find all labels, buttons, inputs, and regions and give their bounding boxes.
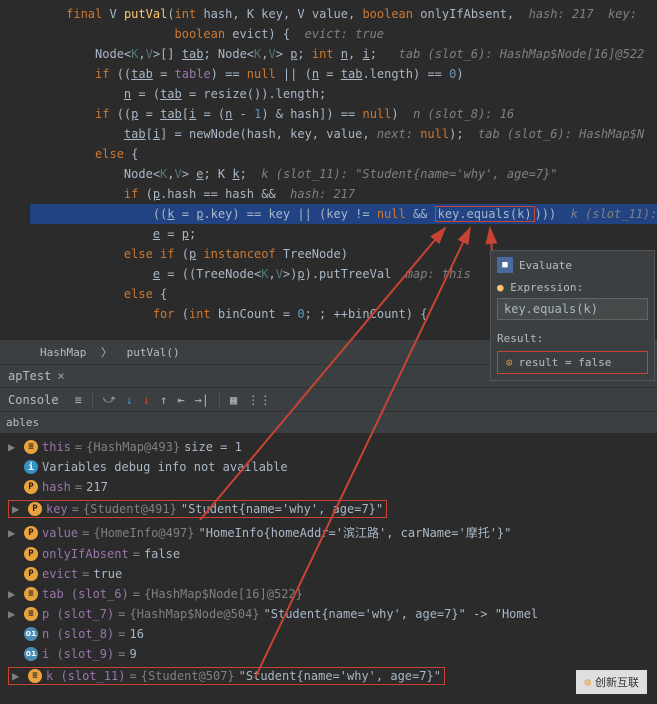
result-value: ⊙ result = false	[497, 351, 648, 374]
trace-icon[interactable]: ⋮⋮	[247, 393, 271, 407]
expression-label: ● Expression:	[497, 281, 648, 294]
code-line: else {	[30, 144, 657, 164]
code-line-active: ((k = p.key) == key || (key != null && k…	[30, 204, 657, 224]
tab-active[interactable]: apTest	[8, 369, 51, 383]
code-line: if (p.hash == hash && hash: 217	[30, 184, 657, 204]
code-line: Node<K,V>[] tab; Node<K,V> p; int n, i; …	[30, 44, 657, 64]
var-evict[interactable]: P evict = true	[4, 564, 653, 584]
drop-frame-icon[interactable]: ⇤	[177, 393, 184, 407]
var-info: i Variables debug info not available	[4, 457, 653, 477]
var-onlyifabsent[interactable]: P onlyIfAbsent = false	[4, 544, 653, 564]
debug-toolbar: Console ≡ ⤻ ↓ ↓ ↑ ⇤ →| ▦ ⋮⋮	[0, 388, 657, 412]
result-label: Result:	[497, 332, 648, 345]
variables-header: ables	[0, 412, 657, 433]
evaluate-icon[interactable]: ▦	[230, 393, 237, 407]
step-out-icon[interactable]: ↑	[160, 393, 167, 407]
var-hash[interactable]: P hash = 217	[4, 477, 653, 497]
code-line: final V putVal(int hash, K key, V value,…	[30, 4, 657, 24]
var-value[interactable]: ▶P value = {HomeInfo@497} "HomeInfo{home…	[4, 521, 653, 544]
result-icon: ⊙	[506, 356, 513, 369]
var-tab[interactable]: ▶≡ tab (slot_6) = {HashMap$Node[16]@522}	[4, 584, 653, 604]
code-line: n = (tab = resize()).length;	[30, 84, 657, 104]
divider	[219, 393, 220, 407]
run-to-cursor-icon[interactable]: →|	[195, 393, 209, 407]
var-this[interactable]: ▶≡ this = {HashMap@493} size = 1	[4, 437, 653, 457]
breadcrumb-sep: 〉	[101, 346, 112, 359]
divider	[92, 393, 93, 407]
var-k[interactable]: ▶≡ k (slot_11) = {Student@507} "Student{…	[4, 664, 653, 688]
code-line: if ((p = tab[i = (n - 1) & hash]) == nul…	[30, 104, 657, 124]
layout-icon[interactable]: ≡	[75, 393, 82, 407]
var-i[interactable]: oı i (slot_9) = 9	[4, 644, 653, 664]
evaluate-title: ■ Evaluate	[497, 257, 648, 273]
force-step-into-icon[interactable]: ↓	[143, 393, 150, 407]
code-line: Node<K,V> e; K k; k (slot_11): "Student{…	[30, 164, 657, 184]
var-key[interactable]: ▶P key = {Student@491} "Student{name='wh…	[4, 497, 653, 521]
variables-pane[interactable]: ▶≡ this = {HashMap@493} size = 1 i Varia…	[0, 433, 657, 692]
breadcrumb-class[interactable]: HashMap	[40, 346, 86, 359]
watermark: ⊙ 创新互联	[576, 670, 647, 694]
var-n[interactable]: oı n (slot_8) = 16	[4, 624, 653, 644]
evaluate-panel[interactable]: ■ Evaluate ● Expression: Result: ⊙ resul…	[490, 250, 655, 381]
var-p[interactable]: ▶≡ p (slot_7) = {HashMap$Node@504} "Stud…	[4, 604, 653, 624]
step-into-icon[interactable]: ↓	[126, 393, 133, 407]
code-line: boolean evict) { evict: true	[30, 24, 657, 44]
close-icon[interactable]: ×	[57, 369, 64, 383]
code-line: e = p;	[30, 224, 657, 244]
code-line: tab[i] = newNode(hash, key, value, next:…	[30, 124, 657, 144]
console-label[interactable]: Console	[8, 393, 59, 407]
breadcrumb-method[interactable]: putVal()	[127, 346, 180, 359]
code-line: if ((tab = table) == null || (n = tab.le…	[30, 64, 657, 84]
step-over-icon[interactable]: ⤻	[103, 392, 116, 407]
expression-input[interactable]	[497, 298, 648, 320]
evaluate-icon: ■	[497, 257, 513, 273]
